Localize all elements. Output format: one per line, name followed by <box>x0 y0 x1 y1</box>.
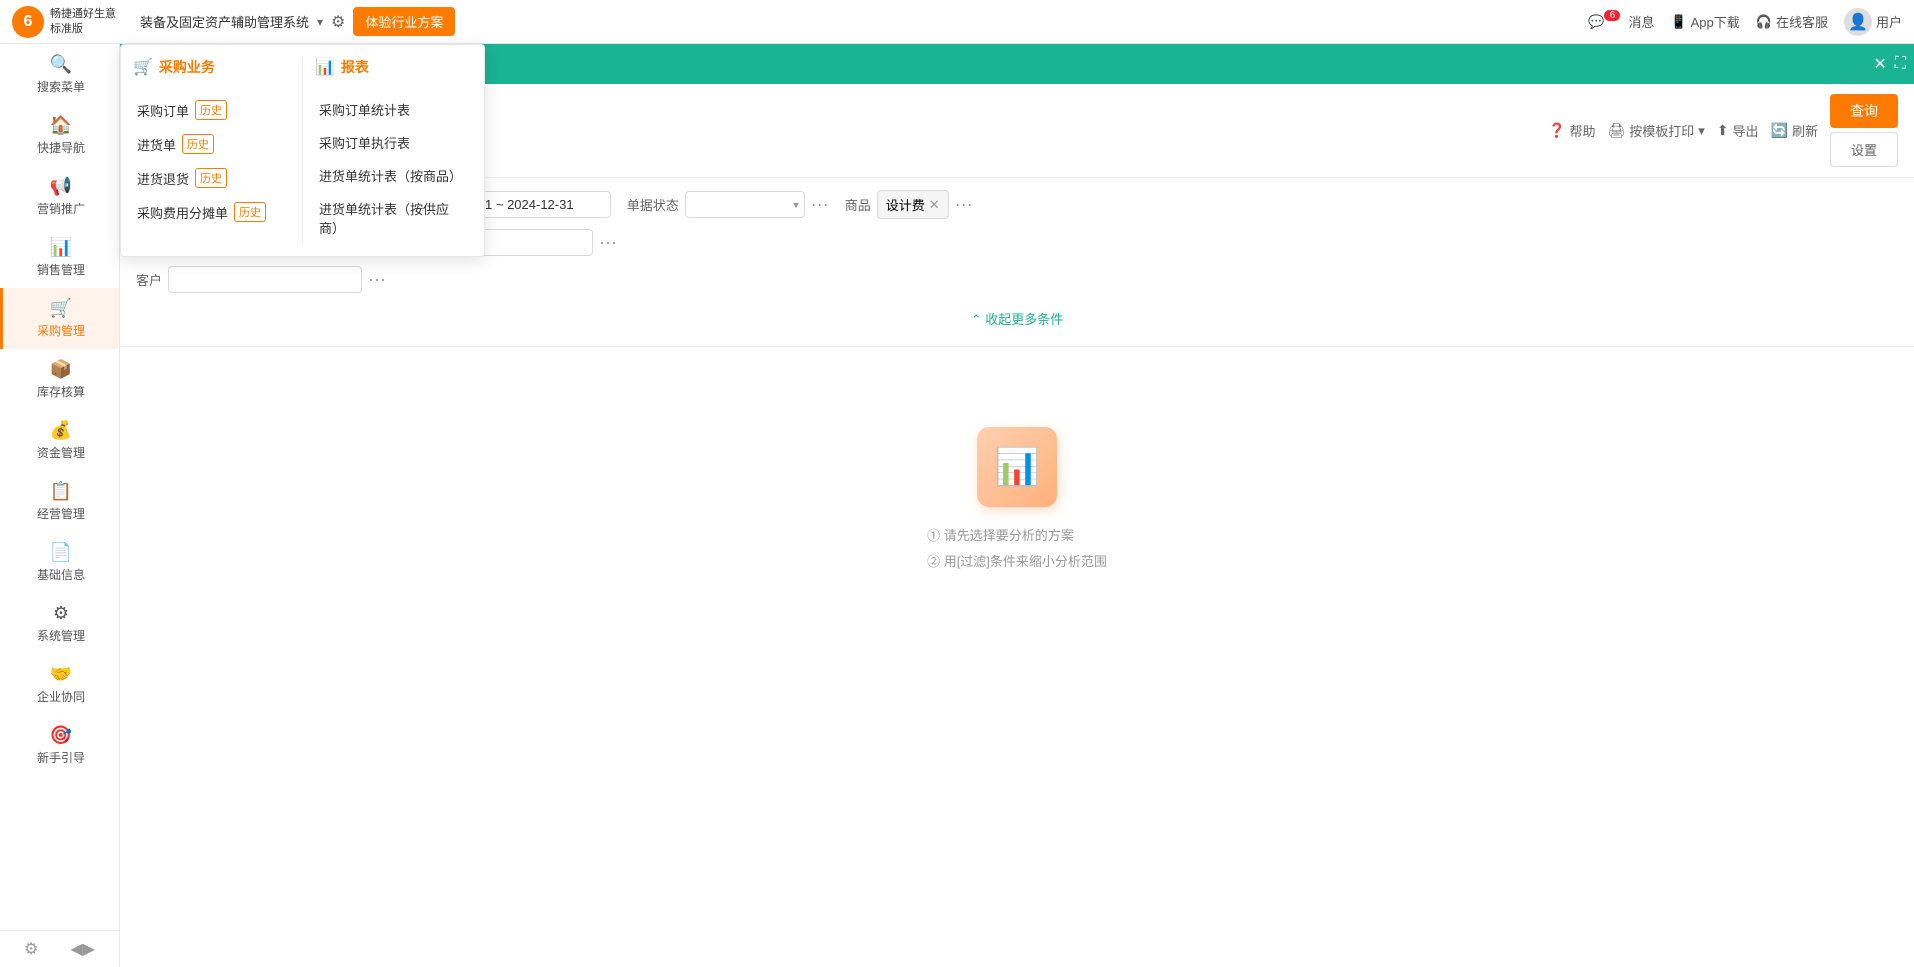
logo-text: 畅捷通好生意 标准版 <box>50 7 116 36</box>
top-header: 6 畅捷通好生意 标准版 装备及固定资产辅助管理系统 ▾ ⚙ 体验行业方案 💬 … <box>0 0 1914 44</box>
menu-purchase-order[interactable]: 采购订单 历史 <box>133 93 290 127</box>
collapse-sidebar-btn[interactable]: ◀▶ <box>70 939 95 959</box>
logo-icon: 6 <box>12 6 44 38</box>
refresh-btn[interactable]: 🔄 刷新 <box>1771 121 1818 140</box>
goods-tag-close[interactable]: ✕ <box>929 197 940 213</box>
menu-report-inbound-supplier[interactable]: 进货单统计表（按供应商） <box>315 192 472 244</box>
status-select-wrap <box>685 191 805 218</box>
sidebar-item-basic[interactable]: 📄 基础信息 <box>0 532 119 593</box>
empty-state: 📊 ① 请先选择要分析的方案 ② 用[过滤]条件来缩小分析范围 <box>120 347 1914 655</box>
filter-status: 单据状态 ··· <box>627 191 829 218</box>
tab-minimize-icon[interactable]: ✕ <box>1873 54 1886 74</box>
message-badge: 6 <box>1604 10 1620 21</box>
help-btn[interactable]: ❓ 帮助 <box>1548 121 1595 140</box>
finance-icon: 💰 <box>50 420 72 441</box>
print-dropdown-icon: ▾ <box>1698 123 1705 139</box>
menu-report-order-exec[interactable]: 采购订单执行表 <box>315 126 472 159</box>
export-icon: ⬆ <box>1717 122 1729 139</box>
history-badge-1: 历史 <box>195 100 227 120</box>
operations-icon: 📋 <box>50 481 72 502</box>
user-btn[interactable]: 👤 用户 <box>1844 8 1902 36</box>
header-right: 💬 6 消息 📱 App下载 🎧 在线客服 👤 用户 <box>1588 8 1902 36</box>
online-service-btn[interactable]: 🎧 在线客服 <box>1756 12 1828 31</box>
salesperson-more-dots[interactable]: ··· <box>599 232 617 253</box>
purchase-col-icon: 🛒 <box>133 57 153 77</box>
system-icon: ⚙ <box>53 603 69 624</box>
user-avatar: 👤 <box>1844 8 1872 36</box>
inventory-icon: 📦 <box>50 359 72 380</box>
message-icon: 💬 <box>1588 14 1604 30</box>
purchase-dropdown-menu: 🛒 采购业务 采购订单 历史 进货单 历史 进货退货 历史 采购费用分摊单 历史… <box>120 44 485 257</box>
collapse-btn[interactable]: ⌃ 收起更多条件 <box>136 303 1898 334</box>
history-badge-2: 历史 <box>182 134 214 154</box>
menu-purchase-cost[interactable]: 采购费用分摊单 历史 <box>133 195 290 229</box>
marketing-icon: 📢 <box>50 176 72 197</box>
home-icon: 🏠 <box>50 115 72 136</box>
gear-btn[interactable]: ⚙ <box>331 12 345 32</box>
sidebar-item-sales[interactable]: 📊 销售管理 <box>0 227 119 288</box>
header-center: 装备及固定资产辅助管理系统 ▾ ⚙ 体验行业方案 <box>132 7 1588 36</box>
customer-more-dots[interactable]: ··· <box>368 269 386 290</box>
purchase-icon: 🛒 <box>50 298 72 319</box>
dropdown-report-col: 📊 报表 采购订单统计表 采购订单执行表 进货单统计表（按商品） 进货单统计表（… <box>302 57 472 244</box>
sidebar-bottom: ⚙ ◀▶ <box>0 930 119 967</box>
filter-goods: 商品 设计费 ✕ ··· <box>845 190 973 219</box>
sidebar-item-search[interactable]: 🔍 搜索菜单 <box>0 44 119 105</box>
setting-btn[interactable]: 设置 <box>1830 132 1898 167</box>
tab-expand-icon[interactable]: ⛶ <box>1895 55 1906 73</box>
goods-tag: 设计费 ✕ <box>877 190 949 219</box>
dropdown-purchase-col: 🛒 采购业务 采购订单 历史 进货单 历史 进货退货 历史 采购费用分摊单 历史 <box>133 57 290 244</box>
industry-btn[interactable]: 体验行业方案 <box>353 7 455 36</box>
sidebar-item-guide[interactable]: 🎯 新手引导 <box>0 715 119 776</box>
app-download-btn[interactable]: 📱 App下载 <box>1670 12 1739 31</box>
guide-icon: 🎯 <box>50 725 72 746</box>
collab-icon: 🤝 <box>50 664 72 685</box>
search-icon: 🔍 <box>50 54 72 75</box>
sidebar-item-purchase[interactable]: 🛒 采购管理 <box>0 288 119 349</box>
chevron-up-icon: ⌃ <box>971 312 982 327</box>
system-dropdown-btn[interactable]: ▾ <box>317 15 323 29</box>
headset-icon: 🎧 <box>1756 14 1772 30</box>
status-select[interactable] <box>685 191 805 218</box>
export-btn[interactable]: ⬆ 导出 <box>1717 121 1759 140</box>
status-more-dots[interactable]: ··· <box>811 194 829 215</box>
sidebar-item-operations[interactable]: 📋 经营管理 <box>0 471 119 532</box>
menu-purchase-inbound[interactable]: 进货单 历史 <box>133 127 290 161</box>
history-badge-3: 历史 <box>195 168 227 188</box>
mobile-icon: 📱 <box>1670 14 1686 30</box>
goods-more-dots[interactable]: ··· <box>955 194 973 215</box>
sidebar-item-nav[interactable]: 🏠 快捷导航 <box>0 105 119 166</box>
empty-hint: ① 请先选择要分析的方案 ② 用[过滤]条件来缩小分析范围 <box>927 523 1107 575</box>
logo-area: 6 畅捷通好生意 标准版 <box>12 6 132 38</box>
help-icon: ❓ <box>1548 122 1565 139</box>
history-badge-4: 历史 <box>234 202 266 222</box>
sidebar-item-collab[interactable]: 🤝 企业协同 <box>0 654 119 715</box>
menu-report-inbound-goods[interactable]: 进货单统计表（按商品） <box>315 159 472 192</box>
sidebar-menu: 🔍 搜索菜单 🏠 快捷导航 📢 营销推广 📊 销售管理 🛒 采购管理 📦 库存核… <box>0 44 119 930</box>
empty-illustration: 📊 <box>977 427 1057 507</box>
message-btn[interactable]: 💬 6 消息 <box>1588 12 1654 31</box>
sidebar-item-marketing[interactable]: 📢 营销推广 <box>0 166 119 227</box>
menu-report-order-stat[interactable]: 采购订单统计表 <box>315 93 472 126</box>
report-col-icon: 📊 <box>315 57 335 77</box>
sidebar-item-inventory[interactable]: 📦 库存核算 <box>0 349 119 410</box>
settings-btn[interactable]: ⚙ <box>24 939 38 959</box>
system-title: 装备及固定资产辅助管理系统 <box>140 12 309 31</box>
sales-icon: 📊 <box>50 237 72 258</box>
sidebar-item-finance[interactable]: 💰 资金管理 <box>0 410 119 471</box>
refresh-icon: 🔄 <box>1771 122 1788 139</box>
purchase-col-title: 🛒 采购业务 <box>133 57 290 83</box>
print-icon: 🖨 <box>1607 122 1625 139</box>
print-btn[interactable]: 🖨 按模板打印 ▾ <box>1607 121 1704 140</box>
menu-purchase-return[interactable]: 进货退货 历史 <box>133 161 290 195</box>
sidebar-item-system[interactable]: ⚙ 系统管理 <box>0 593 119 654</box>
filter-customer: 客户 ··· <box>136 266 386 293</box>
report-col-title: 📊 报表 <box>315 57 472 83</box>
customer-input[interactable] <box>168 266 362 293</box>
sidebar: 🔍 搜索菜单 🏠 快捷导航 📢 营销推广 📊 销售管理 🛒 采购管理 📦 库存核… <box>0 44 120 967</box>
tab-bar-right: ✕ ⛶ <box>1873 54 1906 74</box>
filter-row-3: 客户 ··· <box>136 266 1898 293</box>
query-btn[interactable]: 查询 <box>1830 94 1898 128</box>
basic-icon: 📄 <box>50 542 72 563</box>
